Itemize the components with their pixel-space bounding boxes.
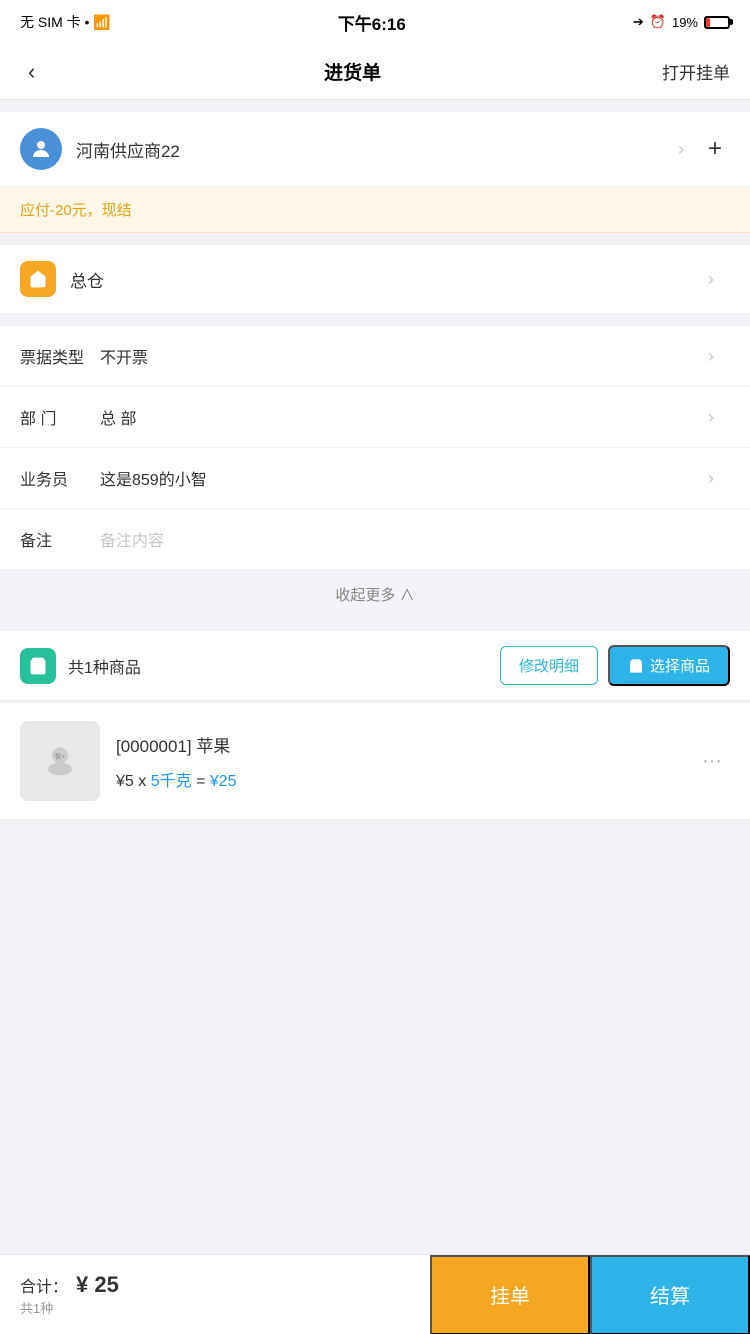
nav-bar: ‹ 进货单 打开挂单 [0,44,750,100]
remark-label: 备注 [20,527,100,551]
edit-details-button[interactable]: 修改明细 [500,646,598,685]
gap-1 [0,100,750,112]
page-title: 进货单 [324,58,381,85]
back-button[interactable]: ‹ [20,51,43,93]
total-section: 合计： ¥ 25 共1种 [0,1272,430,1317]
bottom-bar: 合计： ¥ 25 共1种 挂单 结算 [0,1254,750,1334]
product-info: [0000001] 苹果 ¥5 x 5千克 = ¥25 [116,732,694,791]
quantity: 5千克 [151,773,192,790]
gap-3 [0,314,750,326]
select-product-button[interactable]: 选择商品 [608,645,730,686]
battery-icon [704,16,730,29]
checkout-button[interactable]: 结算 [590,1255,750,1334]
product-price: ¥5 x 5千克 = ¥25 [116,767,694,791]
product-thumbnail: 智+ [20,721,100,801]
warehouse-row[interactable]: 总仓 › [0,245,750,314]
select-product-label: 选择商品 [650,655,710,676]
collapse-button[interactable]: 收起更多 ∧ [0,570,750,619]
product-name: [0000001] 苹果 [116,732,694,757]
products-count: 共1种商品 [68,654,500,678]
status-time: 下午6:16 [338,10,406,35]
department-row[interactable]: 部 门 总 部 › [0,387,750,448]
equals-sign: = [196,773,210,790]
status-bar: 无 SIM 卡 • 📶 下午6:16 ➔ ⏰ 19% [0,0,750,44]
alarm-icon: ⏰ [650,14,666,30]
svg-text:智+: 智+ [55,752,65,761]
warehouse-section: 总仓 › [0,245,750,314]
battery-fill [706,18,710,27]
salesperson-label: 业务员 [20,466,100,490]
supplier-name: 河南供应商22 [76,137,678,162]
avatar [20,128,62,170]
chevron-right-icon: › [678,139,684,160]
multiply-sign: x [138,773,150,790]
products-header: 共1种商品 修改明细 选择商品 [0,631,750,701]
products-icon [20,648,56,684]
invoice-chevron-icon: › [708,346,714,367]
salesperson-chevron-icon: › [708,468,714,489]
salesperson-value: 这是859的小智 [100,466,708,490]
product-thumb-icon: 智+ [40,741,80,781]
total-sub: 共1种 [20,1298,410,1317]
invoice-type-label: 票据类型 [20,344,100,368]
price-unit: ¥5 [116,773,134,790]
remark-row[interactable]: 备注 备注内容 [0,509,750,570]
total-amount: ¥ 25 [76,1272,119,1298]
remark-input[interactable]: 备注内容 [100,527,730,551]
warehouse-name: 总仓 [70,267,708,292]
invoice-type-row[interactable]: 票据类型 不开票 › [0,326,750,387]
status-right: ➔ ⏰ 19% [633,14,730,30]
cart-icon [628,658,644,674]
battery-percent: 19% [672,15,698,30]
gap-2 [0,233,750,245]
total-label: 合计： ¥ 25 [20,1272,410,1298]
gap-4 [0,619,750,631]
open-pending-button[interactable]: 打开挂单 [662,59,730,84]
form-section: 票据类型 不开票 › 部 门 总 部 › 业务员 这是859的小智 › 备注 备… [0,326,750,570]
notice-banner: 应付-20元，现结 [0,187,750,233]
supplier-row[interactable]: 河南供应商22 › + [0,112,750,187]
warehouse-icon [20,261,56,297]
total-text: 合计： [20,1273,68,1297]
add-button[interactable]: + [700,131,730,167]
status-left: 无 SIM 卡 • 📶 [20,12,111,32]
supplier-section: 河南供应商22 › + 应付-20元，现结 [0,112,750,233]
content: 河南供应商22 › + 应付-20元，现结 总仓 › 票据类型 不开票 › 部 … [0,100,750,900]
more-button[interactable]: ··· [694,746,730,777]
hang-order-button[interactable]: 挂单 [430,1255,590,1334]
product-item: 智+ [0000001] 苹果 ¥5 x 5千克 = ¥25 ··· [0,703,750,820]
department-label: 部 门 [20,405,100,429]
location-icon: ➔ [633,14,644,30]
invoice-type-value: 不开票 [100,344,708,368]
total-price: ¥25 [210,773,237,790]
warehouse-chevron-icon: › [708,269,714,290]
salesperson-row[interactable]: 业务员 这是859的小智 › [0,448,750,509]
department-value: 总 部 [100,405,708,429]
notice-text: 应付-20元，现结 [20,202,132,219]
department-chevron-icon: › [708,407,714,428]
